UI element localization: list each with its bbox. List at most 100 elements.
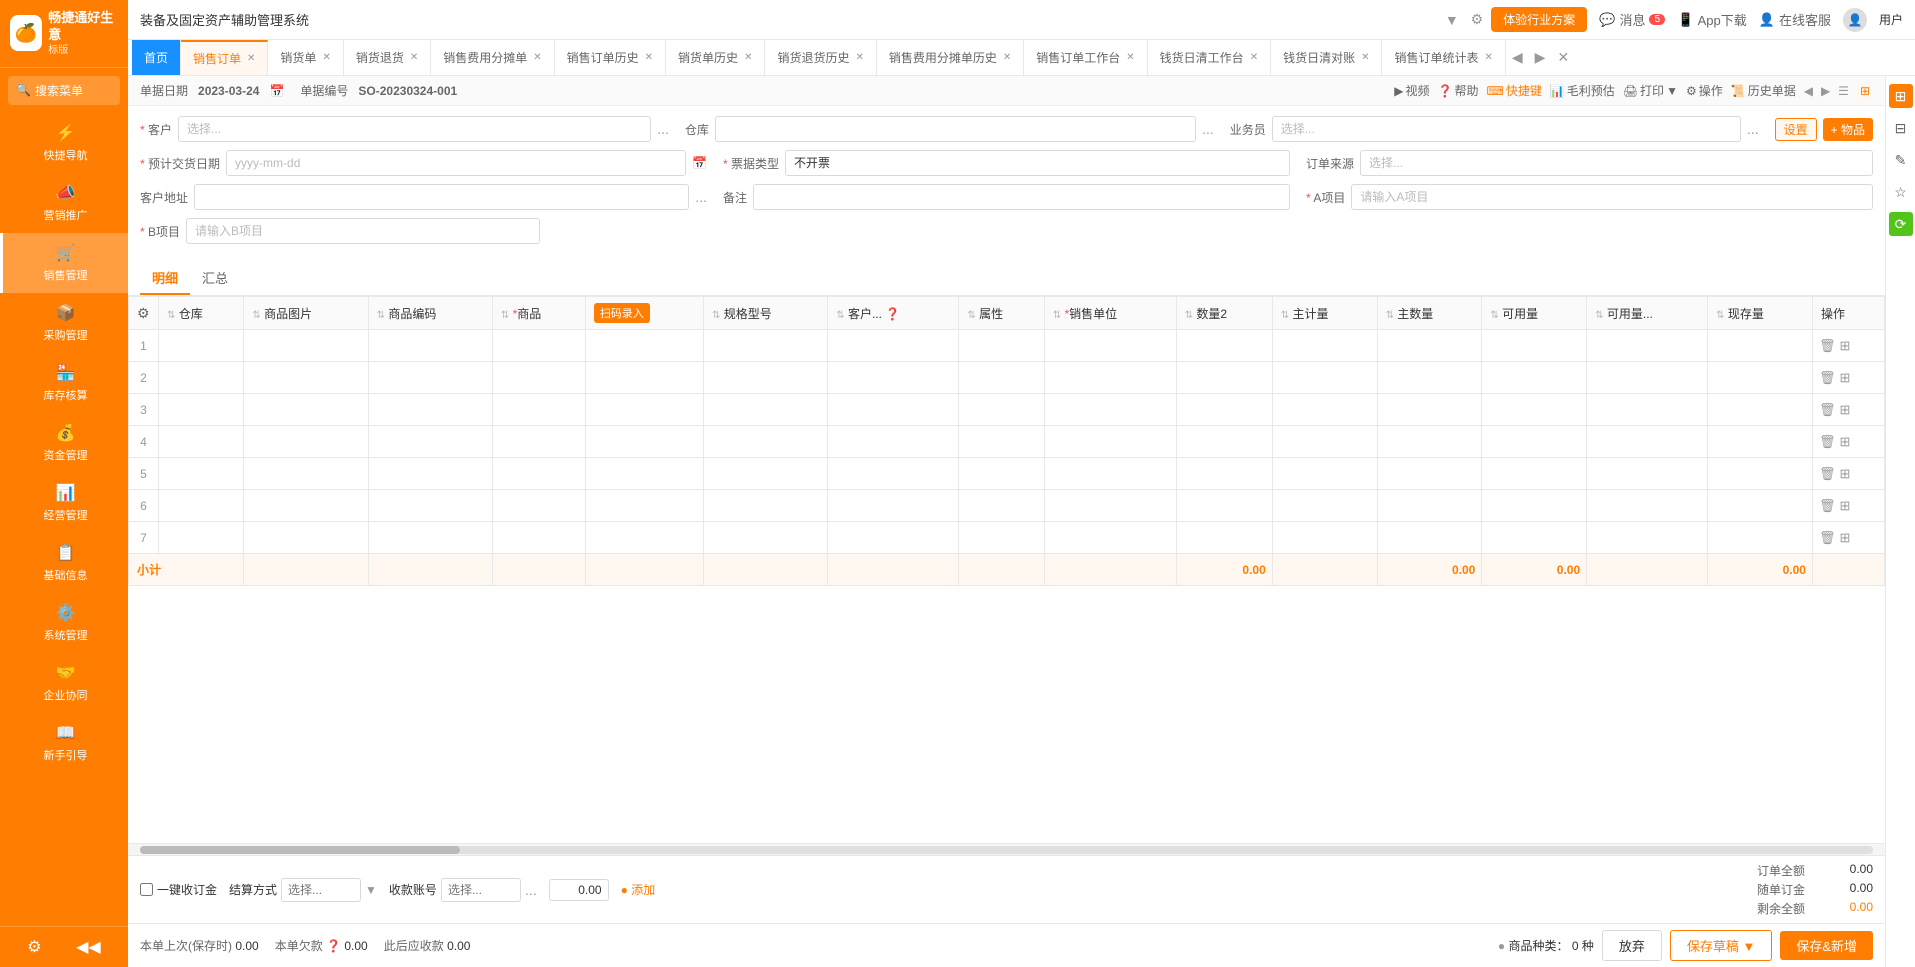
row-qty2[interactable]	[1176, 330, 1272, 362]
row-sales-unit[interactable]	[1044, 330, 1176, 362]
tab-close-icon[interactable]: ✕	[533, 52, 541, 63]
industry-btn[interactable]: 体验行业方案	[1491, 7, 1587, 32]
tab-home[interactable]: 首页	[132, 40, 181, 76]
message-btn[interactable]: 💬 消息 5	[1599, 10, 1665, 29]
tab-order-history[interactable]: 销售订单历史 ✕	[555, 40, 666, 76]
tab-refund-history[interactable]: 销货退货历史 ✕	[765, 40, 876, 76]
a-project-input[interactable]	[1351, 184, 1873, 210]
sidebar-item-inventory[interactable]: 🏪 库存核算	[0, 353, 128, 413]
calendar-icon[interactable]: 📅	[269, 84, 284, 98]
profit-btn[interactable]: 📊 毛利预估	[1550, 82, 1615, 99]
scan-btn[interactable]: 扫码录入	[594, 303, 650, 323]
help-btn[interactable]: ❓ 帮助	[1438, 82, 1479, 99]
row-delete-icon[interactable]: 🗑	[1819, 466, 1836, 482]
delivery-calendar-icon[interactable]: 📅	[692, 156, 707, 170]
bank-more[interactable]: ...	[525, 882, 537, 898]
row-delete-icon[interactable]: 🗑	[1819, 402, 1836, 418]
side-expand-icon[interactable]: ⊞	[1889, 84, 1913, 108]
row-main-unit[interactable]	[1272, 330, 1377, 362]
sidebar-item-cooperation[interactable]: 🤝 企业协同	[0, 653, 128, 713]
payment-method-input[interactable]	[281, 878, 361, 902]
sidebar-item-quick-nav[interactable]: ⚡ 快捷导航	[0, 113, 128, 173]
b-project-input[interactable]	[186, 218, 540, 244]
search-menu-btn[interactable]: 🔍 搜索菜单	[8, 76, 120, 105]
customer-addr-input[interactable]	[194, 184, 689, 210]
tab-prev-btn[interactable]: ◀	[1506, 49, 1529, 66]
app-download-btn[interactable]: 📱 App下载	[1677, 10, 1746, 29]
warehouse-field-more[interactable]: ...	[1202, 121, 1214, 137]
tab-sales-order[interactable]: 销售订单 ✕	[181, 40, 268, 76]
tab-sales-return[interactable]: 销货单 ✕	[268, 40, 343, 76]
row-copy-icon[interactable]: ⊞	[1839, 370, 1850, 386]
help-icon[interactable]: ❓	[885, 307, 900, 321]
tab-order-workspace[interactable]: 销售订单工作台 ✕	[1024, 40, 1147, 76]
row-current-stock[interactable]	[1708, 330, 1813, 362]
tab-close-icon[interactable]: ✕	[1361, 52, 1369, 63]
row-copy-icon[interactable]: ⊞	[1839, 466, 1850, 482]
warehouse-input[interactable]: 成品库	[715, 116, 1196, 142]
tab-close-icon[interactable]: ✕	[1126, 52, 1134, 63]
online-support-btn[interactable]: 👤 在线客服	[1759, 10, 1831, 29]
draft-btn[interactable]: 保存草稿 ▼	[1670, 930, 1772, 961]
row-copy-icon[interactable]: ⊞	[1839, 498, 1850, 514]
tab-expand-btn[interactable]: ✕	[1551, 49, 1575, 66]
sidebar-item-marketing[interactable]: 📣 营销推广	[0, 173, 128, 233]
history-btn[interactable]: 📜 历史单据	[1731, 82, 1796, 99]
print-btn[interactable]: 🖨 打印 ▼	[1623, 82, 1678, 99]
tab-close-icon[interactable]: ✕	[744, 52, 752, 63]
row-product-code[interactable]	[368, 330, 492, 362]
remark-input[interactable]	[753, 184, 1290, 210]
scroll-thumb[interactable]	[140, 846, 460, 854]
tab-sales-refund[interactable]: 销货退货 ✕	[344, 40, 431, 76]
user-avatar[interactable]: 👤	[1843, 8, 1867, 32]
sub-tab-detail[interactable]: 明细	[140, 262, 190, 295]
add-item-btn[interactable]: ● 添加	[621, 881, 656, 898]
row-delete-icon[interactable]: 🗑	[1819, 338, 1836, 354]
tab-cash-reconcile[interactable]: 钱货日清对账 ✕	[1271, 40, 1382, 76]
invoice-type-select[interactable]: 不开票	[785, 150, 1290, 176]
addr-more[interactable]: ...	[695, 189, 707, 205]
tab-close-icon[interactable]: ✕	[322, 52, 330, 63]
customer-field-more[interactable]: ...	[657, 121, 669, 137]
salesman-field-more[interactable]: ...	[1747, 121, 1759, 137]
bank-account-input[interactable]	[441, 878, 521, 902]
sidebar-collapse-btn[interactable]: ◀◀	[76, 937, 101, 957]
settings-icon[interactable]: ⚙	[1471, 11, 1484, 28]
sidebar-item-guide[interactable]: 📖 新手引导	[0, 713, 128, 773]
tab-close-icon[interactable]: ✕	[1003, 52, 1011, 63]
view-btn[interactable]: ▶ 视频	[1394, 82, 1429, 99]
row-main-qty[interactable]	[1377, 330, 1482, 362]
sidebar-item-finance[interactable]: 💰 资金管理	[0, 413, 128, 473]
sidebar-item-basic-info[interactable]: 📋 基础信息	[0, 533, 128, 593]
operation-btn[interactable]: ⚙ 操作	[1686, 82, 1723, 99]
tab-order-stats[interactable]: 销售订单统计表 ✕	[1382, 40, 1505, 76]
side-star-icon[interactable]: ☆	[1889, 180, 1913, 204]
row-copy-icon[interactable]: ⊞	[1839, 402, 1850, 418]
add-product-btn[interactable]: + 物品	[1823, 118, 1873, 141]
order-source-input[interactable]	[1360, 150, 1873, 176]
row-delete-icon[interactable]: 🗑	[1819, 530, 1836, 546]
sidebar-item-sales-mgmt[interactable]: 🛒 销售管理	[0, 233, 128, 293]
delivery-date-input[interactable]	[226, 150, 686, 176]
settings-btn[interactable]: 设置	[1775, 118, 1817, 141]
toolbar-nav-next[interactable]: ▶	[1821, 84, 1830, 98]
table-settings-btn[interactable]: ⚙	[137, 305, 150, 321]
sidebar-item-system[interactable]: ⚙️ 系统管理	[0, 593, 128, 653]
system-title-dropdown[interactable]: ▼	[1445, 12, 1459, 28]
row-available[interactable]	[1482, 330, 1587, 362]
save-new-btn[interactable]: 保存&新增	[1780, 931, 1873, 960]
this-save-help[interactable]: ❓	[326, 939, 341, 953]
tab-cash-workspace[interactable]: 钱货日清工作台 ✕	[1148, 40, 1271, 76]
row-available2[interactable]	[1587, 330, 1708, 362]
row-copy-icon[interactable]: ⊞	[1839, 530, 1850, 546]
row-copy-icon[interactable]: ⊞	[1839, 338, 1850, 354]
side-edit-icon[interactable]: ✎	[1889, 148, 1913, 172]
tab-close-icon[interactable]: ✕	[1250, 52, 1258, 63]
row-copy-icon[interactable]: ⊞	[1839, 434, 1850, 450]
tab-close-icon[interactable]: ✕	[1485, 52, 1493, 63]
product-count-icon[interactable]: ●	[1498, 939, 1505, 953]
sidebar-settings-btn[interactable]: ⚙	[27, 937, 41, 957]
tab-next-btn[interactable]: ▶	[1529, 49, 1552, 66]
one-click-collect-checkbox[interactable]: 一键收订金	[140, 881, 217, 898]
discard-btn[interactable]: 放弃	[1602, 930, 1662, 961]
